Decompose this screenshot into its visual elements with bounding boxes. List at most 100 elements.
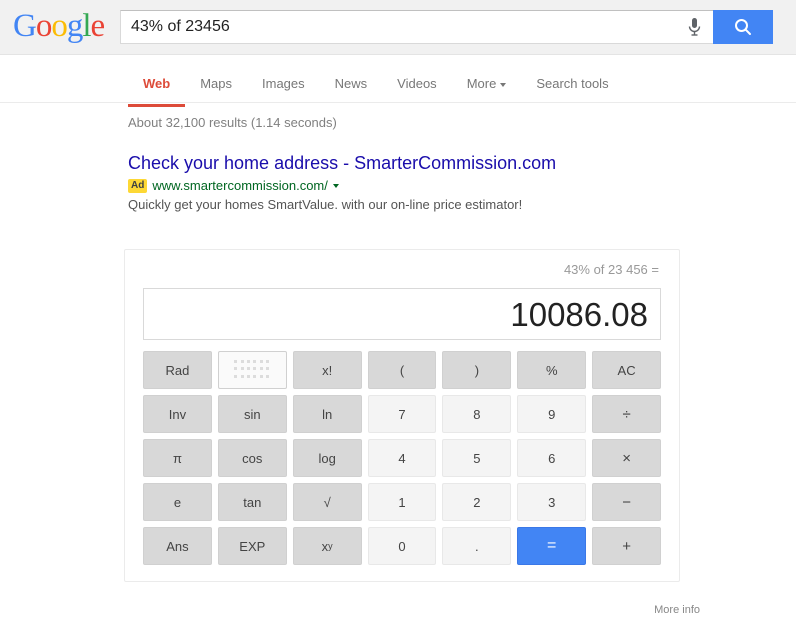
open-paren-button[interactable]: ( [367,351,437,389]
ad-badge: Ad [128,178,148,193]
digit-5-button[interactable]: 5 [442,439,512,477]
keypad-row: Ans EXP xy 0 . = + [143,527,662,565]
digit-1-button[interactable]: 1 [367,483,437,521]
exponent-button[interactable]: EXP [217,527,287,565]
key-label: + [622,537,631,555]
plus-button[interactable]: + [592,527,662,565]
sin-button[interactable]: sin [217,395,287,433]
keypad-toggle-button[interactable] [217,351,287,389]
search-input[interactable] [121,11,675,43]
search-icon [735,19,751,35]
keypad-row: Inv sin ln 7 8 9 ÷ [143,395,662,433]
key-label: ÷ [622,405,631,423]
divide-button[interactable]: ÷ [592,395,662,433]
key-label: 7 [398,406,406,422]
calculator-display[interactable]: 10086.08 [143,288,661,340]
chevron-down-icon [500,82,507,87]
calculator-expression: 43% of 23 456 = [563,262,659,277]
tan-button[interactable]: tan [217,483,287,521]
log-button[interactable]: log [292,439,362,477]
digit-4-button[interactable]: 4 [367,439,437,477]
key-label: % [545,362,558,378]
logo-letter: g [66,8,83,44]
tab-more[interactable]: More [452,55,522,104]
keypad-row: e tan √ 1 2 3 − [143,483,662,521]
logo-letter: o [51,8,67,44]
factorial-button[interactable]: x! [292,351,362,389]
all-clear-button[interactable]: AC [592,351,662,389]
chevron-down-icon[interactable] [332,183,339,188]
close-paren-button[interactable]: ) [442,351,512,389]
keypad-row: π cos log 4 5 6 × [143,439,662,477]
key-label: Rad [165,362,190,378]
tab-label: Web [143,76,171,91]
ln-button[interactable]: ln [292,395,362,433]
ad-title-link[interactable]: Check your home address - SmarterCommiss… [128,153,556,173]
key-label: 1 [398,494,406,510]
key-label: 4 [398,450,406,466]
key-label: x! [322,362,333,378]
digit-3-button[interactable]: 3 [517,483,587,521]
key-label: log [318,450,336,466]
multiply-button[interactable]: × [592,439,662,477]
digit-9-button[interactable]: 9 [517,395,587,433]
key-label: 9 [548,406,556,422]
decimal-point-button[interactable]: . [442,527,512,565]
ad-description: Quickly get your homes SmartValue. with … [128,197,523,212]
key-label: e [173,494,182,510]
tab-label: Videos [397,76,437,91]
inverse-button[interactable]: Inv [143,395,212,433]
page-header: Google [0,0,796,55]
ad-url[interactable]: www.smartercommission.com/ [152,177,328,194]
digit-8-button[interactable]: 8 [442,395,512,433]
key-label-exponent: y [328,541,333,551]
pi-button[interactable]: π [143,439,212,477]
search-button[interactable] [713,10,773,44]
square-root-button[interactable]: √ [292,483,362,521]
microphone-icon[interactable] [675,11,713,43]
tab-label: News [334,76,368,91]
key-label: − [622,493,631,511]
percent-button[interactable]: % [517,351,587,389]
more-info-link[interactable]: More info [654,604,700,616]
key-label: cos [242,450,263,466]
key-label: tan [243,494,262,510]
key-label: 6 [548,450,556,466]
digit-7-button[interactable]: 7 [367,395,437,433]
digit-6-button[interactable]: 6 [517,439,587,477]
tab-maps[interactable]: Maps [185,55,247,104]
search-bar [120,10,773,44]
key-label: AC [617,362,636,378]
power-button[interactable]: xy [292,527,362,565]
tab-label: More [466,76,497,91]
tab-label: Maps [200,76,233,91]
logo-letter: G [13,8,37,44]
tab-videos[interactable]: Videos [382,55,452,104]
tab-label: Search tools [536,76,609,91]
keypad-row: Rad x! ( ) % AC [143,351,662,389]
key-label: 3 [548,494,556,510]
key-label: 8 [473,406,481,422]
digit-0-button[interactable]: 0 [367,527,437,565]
tab-images[interactable]: Images [247,55,320,104]
key-label: . [475,538,479,554]
tab-web[interactable]: Web [128,55,186,107]
equals-button[interactable]: = [517,527,587,565]
digit-2-button[interactable]: 2 [442,483,512,521]
key-label: = [547,537,557,554]
calculator-widget: 43% of 23 456 = 10086.08 Rad x! ( ) % AC… [124,249,680,582]
search-nav-tabs: Web Maps Images News Videos More Search … [0,55,796,107]
key-label: 0 [398,538,406,554]
euler-button[interactable]: e [143,483,212,521]
cos-button[interactable]: cos [217,439,287,477]
tab-news[interactable]: News [320,55,383,104]
tab-search-tools[interactable]: Search tools [521,55,623,104]
key-label: EXP [239,538,266,554]
minus-button[interactable]: − [592,483,662,521]
key-label: 2 [473,494,481,510]
result-stats: About 32,100 results (1.14 seconds) [128,115,337,130]
calculator-keypad: Rad x! ( ) % AC Inv sin ln 7 8 9 ÷ π cos… [143,351,662,565]
answer-button[interactable]: Ans [143,527,212,565]
google-logo[interactable]: Google [13,8,105,44]
rad-button[interactable]: Rad [143,351,212,389]
